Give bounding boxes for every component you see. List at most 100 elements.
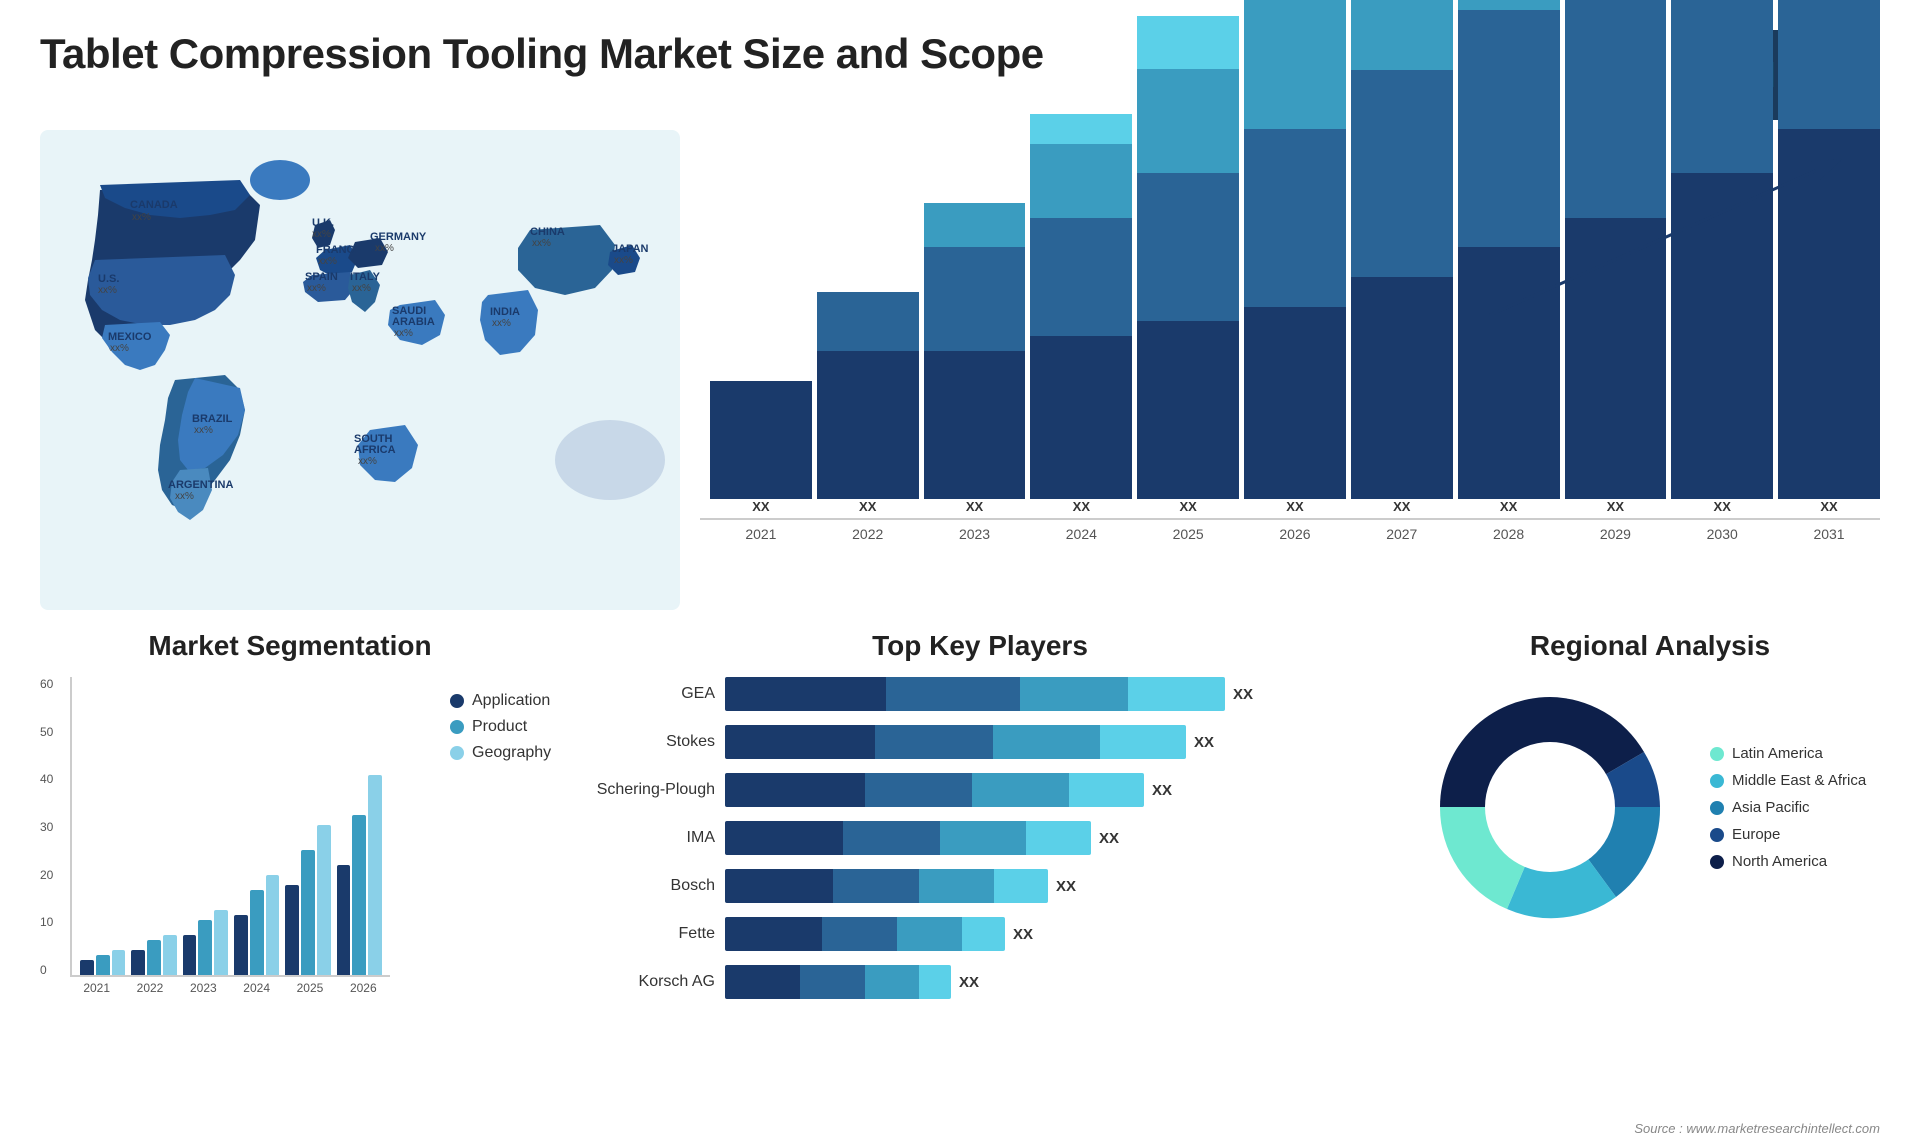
regional-dot-asia-pacific — [1710, 801, 1724, 815]
growth-bar-seg — [710, 381, 812, 499]
map-sublabel-safrica: xx% — [358, 456, 377, 467]
seg-bar — [112, 950, 126, 975]
player-value-label: XX — [1233, 686, 1253, 703]
seg-bar — [285, 885, 299, 975]
donut-chart — [1420, 677, 1680, 937]
map-label-china: CHINA — [530, 226, 565, 238]
seg-bar — [250, 890, 264, 975]
player-bar-wrap: XX — [725, 677, 1400, 711]
map-sublabel-india: xx% — [492, 318, 511, 329]
segmentation-body: 0 10 20 30 40 50 60 2021 2022 2023 2024 — [40, 677, 540, 995]
growth-bar-label-2031: XX — [1820, 499, 1837, 514]
map-label-italy: ITALY — [350, 271, 381, 283]
player-row: GEAXX — [560, 677, 1400, 711]
map-sublabel-uk: xx% — [312, 229, 331, 240]
map-section: CANADA xx% U.S. xx% MEXICO xx% BRAZIL xx… — [40, 130, 680, 610]
player-name: Schering-Plough — [560, 781, 715, 799]
player-bar — [725, 869, 1048, 903]
seg-bar — [80, 960, 94, 975]
player-row: Korsch AGXX — [560, 965, 1400, 999]
player-bar-segment — [725, 773, 865, 807]
seg-bar — [163, 935, 177, 975]
regional-dot-europe — [1710, 828, 1724, 842]
growth-x-label-2022: 2022 — [817, 526, 919, 542]
growth-bar-label-2026: XX — [1286, 499, 1303, 514]
map-label-saudi2: ARABIA — [392, 316, 435, 328]
player-bar-segment — [1100, 725, 1186, 759]
growth-bar-seg — [924, 351, 1026, 499]
player-bar-segment — [865, 965, 919, 999]
regional-label-latin-america: Latin America — [1732, 745, 1823, 762]
player-bar — [725, 725, 1186, 759]
player-name: Bosch — [560, 877, 715, 895]
player-bar-wrap: XX — [725, 869, 1400, 903]
growth-bar-label-2024: XX — [1073, 499, 1090, 514]
regional-label-asia-pacific: Asia Pacific — [1732, 799, 1810, 816]
growth-bar-seg — [1030, 336, 1132, 499]
map-sublabel-canada: xx% — [132, 212, 151, 223]
map-sublabel-china: xx% — [532, 238, 551, 249]
player-value-label: XX — [959, 974, 979, 991]
player-bar-wrap: XX — [725, 917, 1400, 951]
player-bar-segment — [886, 677, 1020, 711]
player-bar-segment — [993, 725, 1100, 759]
player-row: Schering-Plough XX — [560, 773, 1400, 807]
legend-item-application: Application — [450, 692, 551, 710]
map-label-germany: GERMANY — [370, 231, 427, 243]
player-value-label: XX — [1152, 782, 1172, 799]
player-value-label: XX — [1099, 830, 1119, 847]
player-bar-wrap: XX — [725, 965, 1400, 999]
regional-legend-latin-america: Latin America — [1710, 745, 1866, 762]
source-text: Source : www.marketresearchintellect.com — [1634, 1121, 1880, 1136]
legend-label-product: Product — [472, 718, 527, 736]
player-name: IMA — [560, 829, 715, 847]
regional-title: Regional Analysis — [1420, 630, 1880, 662]
seg-bar — [96, 955, 110, 975]
map-sublabel-spain: xx% — [307, 283, 326, 294]
player-bar-segment — [1026, 821, 1091, 855]
seg-x-labels: 2021 2022 2023 2024 2025 2026 — [70, 981, 390, 995]
player-bar-segment — [833, 869, 919, 903]
growth-bar-seg — [1030, 218, 1132, 336]
growth-bar-group-2026: XX — [1244, 0, 1346, 518]
map-label-canada: CANADA — [130, 199, 178, 211]
growth-bar-group-2024: XX — [1030, 114, 1132, 518]
player-bar-segment — [725, 725, 875, 759]
player-bar-segment — [865, 773, 972, 807]
player-bar-segment — [962, 917, 1005, 951]
seg-bar — [131, 950, 145, 975]
regional-label-europe: Europe — [1732, 826, 1780, 843]
growth-x-label-2028: 2028 — [1458, 526, 1560, 542]
seg-bar — [301, 850, 315, 975]
regional-legend: Latin America Middle East & Africa Asia … — [1710, 745, 1866, 870]
growth-bar-seg — [924, 247, 1026, 351]
seg-bar — [214, 910, 228, 975]
player-bar-segment — [1020, 677, 1128, 711]
growth-bar-label-2028: XX — [1500, 499, 1517, 514]
growth-bar-group-2022: XX — [817, 292, 919, 518]
growth-bar-group-2023: XX — [924, 203, 1026, 518]
growth-bar-group-2025: XX — [1137, 16, 1239, 518]
donut-svg — [1420, 677, 1680, 937]
growth-bar-seg — [1137, 69, 1239, 173]
growth-x-label-2029: 2029 — [1565, 526, 1667, 542]
player-bar-segment — [994, 869, 1048, 903]
page-title: Tablet Compression Tooling Market Size a… — [40, 30, 1044, 78]
seg-year-group-3 — [234, 875, 279, 975]
main-content: CANADA xx% U.S. xx% MEXICO xx% BRAZIL xx… — [0, 130, 1920, 610]
trend-arrow-svg — [1480, 150, 1860, 330]
legend-dot-geography — [450, 746, 464, 760]
growth-bar-seg — [1244, 0, 1346, 129]
map-label-india: INDIA — [490, 306, 520, 318]
key-players-section: Top Key Players GEAXXStokesXXSchering-Pl… — [540, 630, 1400, 1120]
map-sublabel-france: xx% — [318, 256, 337, 267]
player-bar-wrap: XX — [725, 821, 1400, 855]
player-bar-segment — [919, 965, 951, 999]
seg-year-group-2 — [183, 910, 228, 975]
growth-bar-label-2025: XX — [1179, 499, 1196, 514]
player-bar — [725, 917, 1005, 951]
seg-chart-bars — [70, 677, 390, 977]
player-bar-segment — [843, 821, 940, 855]
growth-bar-label-2030: XX — [1714, 499, 1731, 514]
player-value-label: XX — [1056, 878, 1076, 895]
